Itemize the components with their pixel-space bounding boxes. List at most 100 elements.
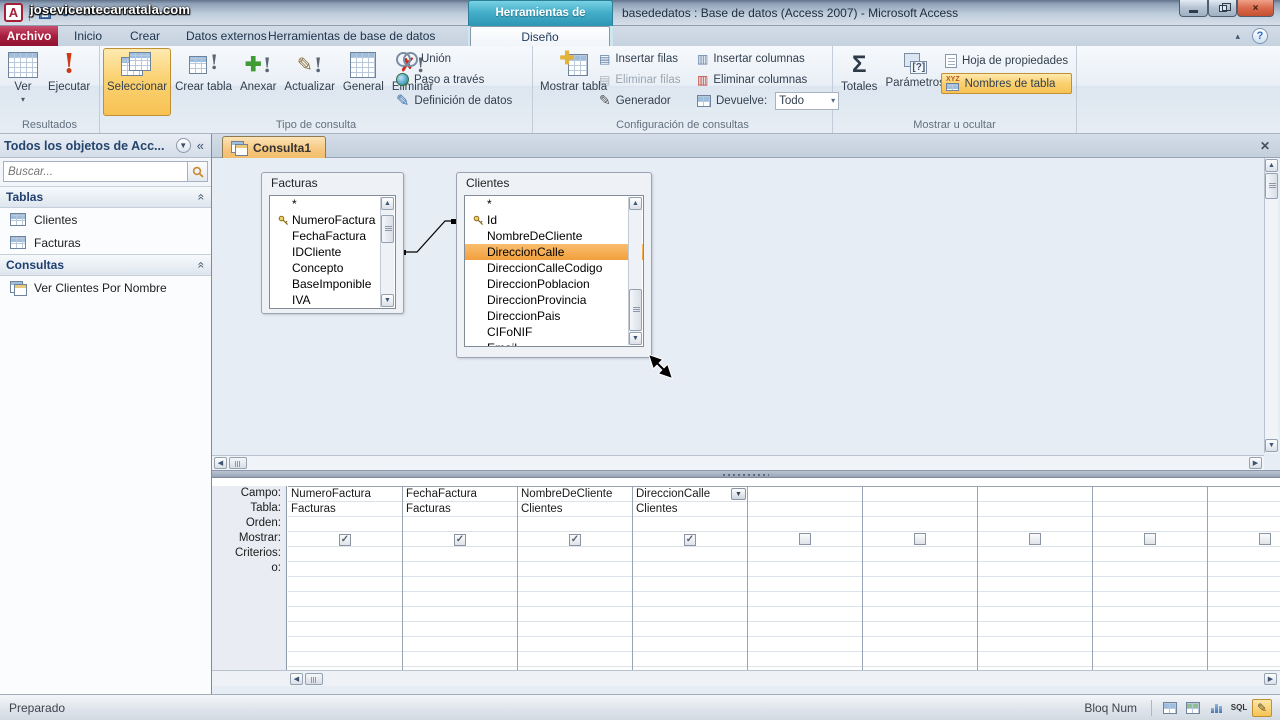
insertar-columnas-button[interactable]: ▥ Insertar columnas (693, 48, 843, 69)
field-row-*[interactable]: * (270, 196, 395, 212)
grid-cell-blank[interactable] (288, 607, 402, 622)
grid-cell-blank[interactable] (1093, 637, 1207, 652)
mostrar-checkbox[interactable] (1144, 533, 1156, 545)
grid-cell-mostrar[interactable] (1208, 532, 1280, 547)
field-row-*[interactable]: * (465, 196, 643, 212)
grid-cell-mostrar[interactable] (863, 532, 977, 547)
grid-cell-campo[interactable] (863, 487, 977, 502)
grid-cell-blank[interactable] (748, 592, 862, 607)
grid-cell-blank[interactable] (978, 652, 1092, 667)
grid-cell-orden[interactable] (403, 517, 517, 532)
grid-cell-o[interactable] (633, 562, 747, 577)
grid-cell-o[interactable] (518, 562, 632, 577)
search-input[interactable] (3, 161, 188, 182)
grid-cell-blank[interactable] (1093, 592, 1207, 607)
grid-cell-orden[interactable] (1093, 517, 1207, 532)
grid-cell-blank[interactable] (863, 577, 977, 592)
grid-cell-campo[interactable]: FechaFactura (403, 487, 517, 502)
grid-cell-o[interactable] (748, 562, 862, 577)
devuelve-combobox[interactable]: Todo ▾ (775, 91, 840, 110)
grid-cell-criterios[interactable] (1093, 547, 1207, 562)
grid-cell-criterios[interactable] (518, 547, 632, 562)
grid-cell-mostrar[interactable]: ✓ (403, 532, 517, 547)
scroll-thumb[interactable] (305, 673, 323, 685)
nombres-de-tabla-button[interactable]: XYZ Nombres de tabla (941, 73, 1073, 94)
scroll-up-icon[interactable]: ▲ (629, 197, 642, 210)
field-row-iva[interactable]: IVA (270, 292, 395, 308)
grid-cell-orden[interactable] (518, 517, 632, 532)
field-row-id[interactable]: Id (465, 212, 643, 228)
grid-cell-campo[interactable] (748, 487, 862, 502)
grid-cell-blank[interactable] (288, 637, 402, 652)
diagram-horizontal-scrollbar[interactable]: ◀ ▶ (212, 455, 1264, 470)
grid-cell-blank[interactable] (1208, 577, 1280, 592)
grid-cell-campo[interactable] (1093, 487, 1207, 502)
general-button[interactable]: General (339, 48, 388, 116)
grid-cell-blank[interactable] (288, 577, 402, 592)
restore-button[interactable] (1208, 0, 1237, 17)
grid-cell-blank[interactable] (1093, 652, 1207, 667)
grid-cell-mostrar[interactable]: ✓ (288, 532, 402, 547)
grid-cell-blank[interactable] (978, 637, 1092, 652)
grid-cell-tabla[interactable] (748, 502, 862, 517)
grid-cell-blank[interactable] (518, 652, 632, 667)
eliminar-columnas-button[interactable]: ▥ Eliminar columnas (693, 69, 843, 90)
field-list-scrollbar[interactable]: ▲ ▼ (380, 197, 394, 307)
grid-cell-blank[interactable] (288, 652, 402, 667)
grid-cell-blank[interactable] (518, 592, 632, 607)
grid-cell-tabla[interactable]: Clientes (633, 502, 747, 517)
grid-cell-tabla[interactable]: Clientes (518, 502, 632, 517)
anexar-button[interactable]: ✚! Anexar (236, 48, 280, 116)
grid-cell-blank[interactable] (863, 607, 977, 622)
field-row-concepto[interactable]: Concepto (270, 260, 395, 276)
grid-cell-blank[interactable] (403, 637, 517, 652)
grid-cell-blank[interactable] (633, 592, 747, 607)
grid-cell-criterios[interactable] (403, 547, 517, 562)
grid-cell-mostrar[interactable] (748, 532, 862, 547)
definicion-datos-button[interactable]: ✎ Definición de datos (392, 90, 516, 111)
grid-cell-tabla[interactable]: Facturas (288, 502, 402, 517)
grid-cell-blank[interactable] (863, 652, 977, 667)
insertar-filas-button[interactable]: ▤ Insertar filas (595, 48, 685, 69)
navigation-pane-header[interactable]: Todos los objetos de Acc... ▼ « (0, 134, 211, 158)
nav-item-clientes[interactable]: Clientes (0, 208, 211, 231)
grid-cell-blank[interactable] (633, 577, 747, 592)
grid-cell-blank[interactable] (518, 622, 632, 637)
scroll-up-icon[interactable]: ▲ (381, 197, 394, 210)
grid-cell-mostrar[interactable]: ✓ (518, 532, 632, 547)
grid-cell-blank[interactable] (403, 607, 517, 622)
grid-cell-orden[interactable] (978, 517, 1092, 532)
hoja-propiedades-button[interactable]: Hoja de propiedades (941, 50, 1072, 71)
grid-cell-campo[interactable]: NombreDeCliente (518, 487, 632, 502)
grid-cell-blank[interactable] (403, 577, 517, 592)
grid-cell-blank[interactable] (748, 622, 862, 637)
tab-herramientas-bd[interactable]: Herramientas de base de datos (256, 26, 447, 46)
grid-cell-criterios[interactable] (978, 547, 1092, 562)
scroll-left-icon[interactable]: ◀ (290, 673, 303, 685)
grid-cell-blank[interactable] (978, 592, 1092, 607)
grid-cell-blank[interactable] (863, 592, 977, 607)
field-row-direccionprovincia[interactable]: DireccionProvincia (465, 292, 643, 308)
table-card-facturas[interactable]: Facturas * NumeroFactura FechaFactura IDClie… (261, 172, 404, 314)
grid-cell-blank[interactable] (978, 622, 1092, 637)
pane-splitter[interactable] (212, 470, 1280, 478)
grid-cell-o[interactable] (863, 562, 977, 577)
table-card-clientes[interactable]: Clientes * Id NombreDeCliente DireccionCalle… (456, 172, 652, 358)
grid-cell-campo[interactable]: NumeroFactura (288, 487, 402, 502)
minimize-button[interactable] (1179, 0, 1208, 17)
grid-cell-blank[interactable] (1208, 652, 1280, 667)
grid-cell-blank[interactable] (633, 652, 747, 667)
grid-cell-o[interactable] (288, 562, 402, 577)
grid-cell-tabla[interactable]: Facturas (403, 502, 517, 517)
mostrar-checkbox[interactable] (914, 533, 926, 545)
grid-cell-mostrar[interactable] (1093, 532, 1207, 547)
union-button[interactable]: Unión (392, 48, 516, 69)
parametros-button[interactable]: Parámetros (881, 48, 948, 116)
mostrar-checkbox[interactable]: ✓ (339, 534, 351, 546)
paso-a-traves-button[interactable]: Paso a través (392, 69, 516, 90)
grid-cell-orden[interactable] (1208, 517, 1280, 532)
grid-cell-blank[interactable] (748, 652, 862, 667)
grid-cell-blank[interactable] (403, 652, 517, 667)
mostrar-checkbox[interactable] (1029, 533, 1041, 545)
grid-cell-blank[interactable] (518, 577, 632, 592)
